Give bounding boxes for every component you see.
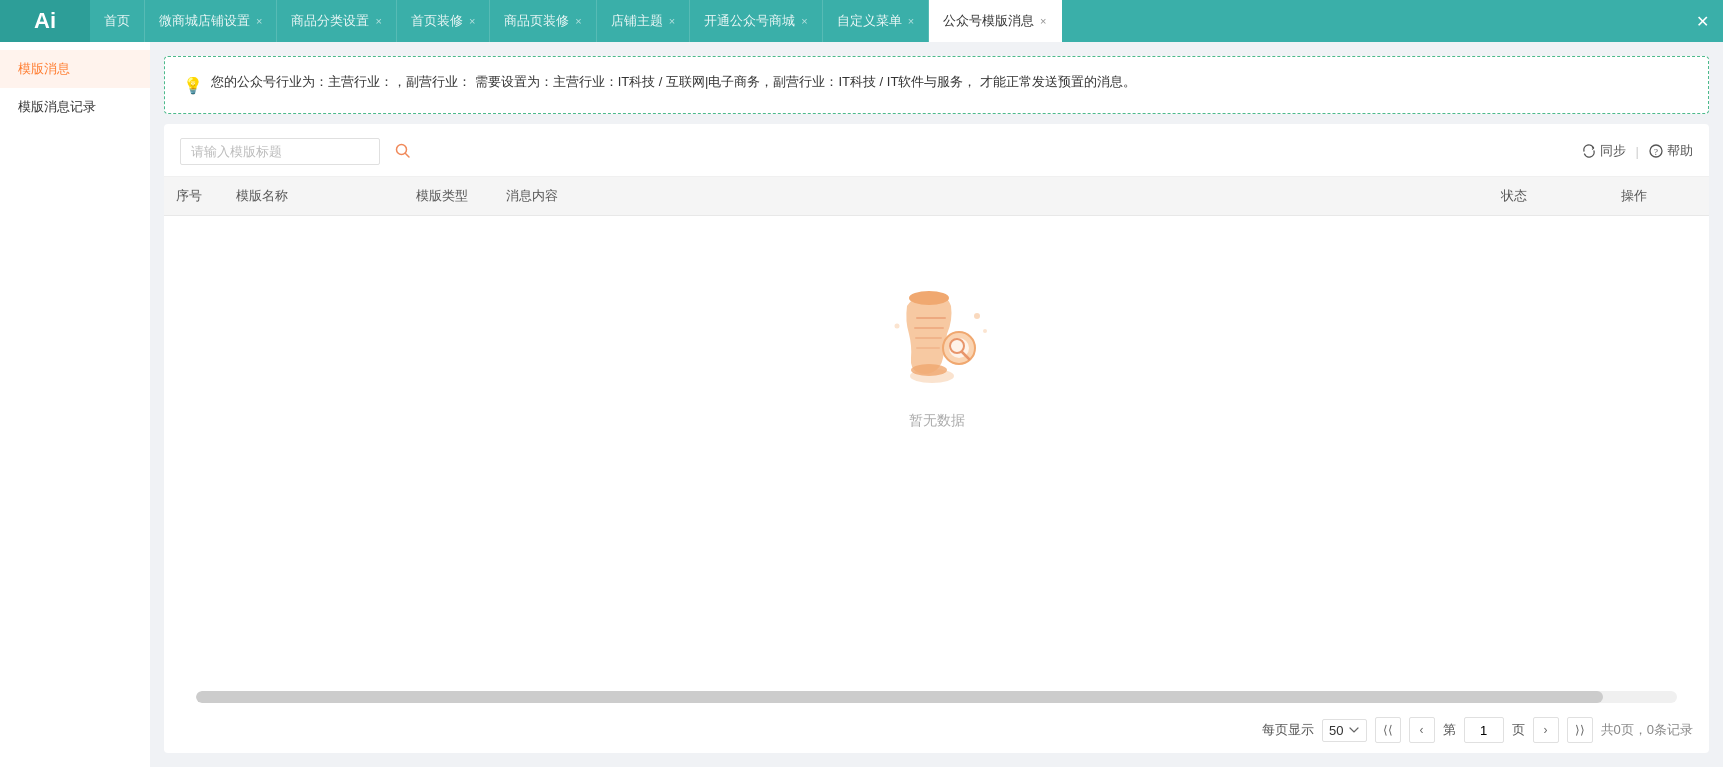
nav-tab-custom-menu[interactable]: 自定义菜单 × xyxy=(823,0,929,42)
notice-text: 您的公众号行业为：主营行业：，副营行业： 需要设置为：主营行业：IT科技 / 互… xyxy=(211,71,1136,93)
tab-close-icon[interactable]: × xyxy=(801,15,807,27)
notice-box: 💡 您的公众号行业为：主营行业：，副营行业： 需要设置为：主营行业：IT科技 /… xyxy=(164,56,1709,114)
tab-close-icon[interactable]: × xyxy=(469,15,475,27)
page-size-label: 每页显示 xyxy=(1262,721,1314,739)
svg-point-6 xyxy=(911,364,947,376)
svg-point-5 xyxy=(909,291,949,305)
search-bar: 同步 | ? 帮助 xyxy=(164,124,1709,177)
scrollbar-area[interactable] xyxy=(196,691,1677,703)
tab-close-icon[interactable]: × xyxy=(669,15,675,27)
svg-text:?: ? xyxy=(1654,147,1658,157)
sync-button[interactable]: 同步 xyxy=(1582,142,1626,160)
svg-point-17 xyxy=(894,324,899,329)
main-layout: 模版消息模版消息记录 💡 您的公众号行业为：主营行业：，副营行业： 需要设置为：… xyxy=(0,42,1723,767)
empty-text: 暂无数据 xyxy=(909,412,965,430)
tab-close-icon[interactable]: × xyxy=(575,15,581,27)
empty-state: 暂无数据 xyxy=(164,216,1709,490)
scrollbar-container xyxy=(164,687,1709,707)
nav-tab-category-settings[interactable]: 商品分类设置 × xyxy=(277,0,396,42)
empty-icon xyxy=(877,276,997,396)
scrollbar-thumb xyxy=(196,691,1603,703)
col-header-name: 模版名称 xyxy=(224,177,404,216)
col-header-action: 操作 xyxy=(1609,177,1709,216)
logo: Ai xyxy=(0,0,90,42)
nav-tab-home[interactable]: 首页 xyxy=(90,0,145,42)
table-header: 序号 模版名称 模版类型 消息内容 状态 操作 xyxy=(164,177,1709,216)
nav-tab-label: 开通公众号商城 xyxy=(704,12,795,30)
tab-close-icon[interactable]: × xyxy=(1040,15,1046,27)
tab-close-icon[interactable]: × xyxy=(375,15,381,27)
notice-icon: 💡 xyxy=(183,72,203,99)
close-all-button[interactable]: ✕ xyxy=(1681,0,1723,42)
first-page-button[interactable]: ⟨⟨ xyxy=(1375,717,1401,743)
sidebar-item-template-msg[interactable]: 模版消息 xyxy=(0,50,150,88)
col-header-content: 消息内容 xyxy=(494,177,1489,216)
col-header-type: 模版类型 xyxy=(404,177,494,216)
search-right: 同步 | ? 帮助 xyxy=(1582,142,1693,160)
page-prefix: 第 xyxy=(1443,721,1456,739)
nav-tab-label: 商品页装修 xyxy=(504,12,569,30)
nav-tab-label: 首页 xyxy=(104,12,130,30)
tab-close-icon[interactable]: × xyxy=(908,15,914,27)
svg-line-1 xyxy=(406,154,410,158)
help-button[interactable]: ? 帮助 xyxy=(1649,142,1693,160)
col-header-seq: 序号 xyxy=(164,177,224,216)
pagination: 每页显示 50 ⟨⟨ ‹ 第 页 › ⟩⟩ 共0页，0条记录 xyxy=(164,707,1709,753)
page-input[interactable] xyxy=(1464,717,1504,743)
content-area: 💡 您的公众号行业为：主营行业：，副营行业： 需要设置为：主营行业：IT科技 /… xyxy=(150,42,1723,767)
prev-page-button[interactable]: ‹ xyxy=(1409,717,1435,743)
top-nav: Ai 首页微商城店铺设置×商品分类设置×首页装修×商品页装修×店铺主题×开通公众… xyxy=(0,0,1723,42)
nav-tabs: 首页微商城店铺设置×商品分类设置×首页装修×商品页装修×店铺主题×开通公众号商城… xyxy=(90,0,1681,42)
nav-tab-label: 自定义菜单 xyxy=(837,12,902,30)
nav-tab-label: 商品分类设置 xyxy=(291,12,369,30)
nav-tab-open-mall[interactable]: 开通公众号商城 × xyxy=(690,0,822,42)
search-left xyxy=(180,136,418,166)
nav-tab-store-theme[interactable]: 店铺主题 × xyxy=(597,0,690,42)
nav-tab-template-msg[interactable]: 公众号模版消息 × xyxy=(929,0,1061,42)
next-page-button[interactable]: › xyxy=(1533,717,1559,743)
sidebar: 模版消息模版消息记录 xyxy=(0,42,150,767)
nav-tab-label: 首页装修 xyxy=(411,12,463,30)
page-label: 页 xyxy=(1512,721,1525,739)
tab-close-icon[interactable]: × xyxy=(256,15,262,27)
data-table: 序号 模版名称 模版类型 消息内容 状态 操作 xyxy=(164,177,1709,216)
nav-tab-label: 公众号模版消息 xyxy=(943,12,1034,30)
nav-tab-label: 店铺主题 xyxy=(611,12,663,30)
search-input[interactable] xyxy=(180,138,380,165)
page-total: 共0页，0条记录 xyxy=(1601,721,1693,739)
svg-point-15 xyxy=(974,313,980,319)
table-wrapper: 序号 模版名称 模版类型 消息内容 状态 操作 xyxy=(164,177,1709,687)
search-button[interactable] xyxy=(388,136,418,166)
nav-tab-label: 微商城店铺设置 xyxy=(159,12,250,30)
table-container: 同步 | ? 帮助 序号 xyxy=(164,124,1709,753)
nav-tab-product-decor[interactable]: 商品页装修 × xyxy=(490,0,596,42)
sidebar-item-template-msg-record[interactable]: 模版消息记录 xyxy=(0,88,150,126)
divider: | xyxy=(1636,144,1639,159)
page-size-value: 50 xyxy=(1329,723,1343,738)
col-header-status: 状态 xyxy=(1489,177,1609,216)
svg-point-16 xyxy=(983,329,987,333)
nav-tab-store-settings[interactable]: 微商城店铺设置 × xyxy=(145,0,277,42)
nav-tab-home-decor[interactable]: 首页装修 × xyxy=(397,0,490,42)
page-size-select[interactable]: 50 xyxy=(1322,719,1366,742)
last-page-button[interactable]: ⟩⟩ xyxy=(1567,717,1593,743)
